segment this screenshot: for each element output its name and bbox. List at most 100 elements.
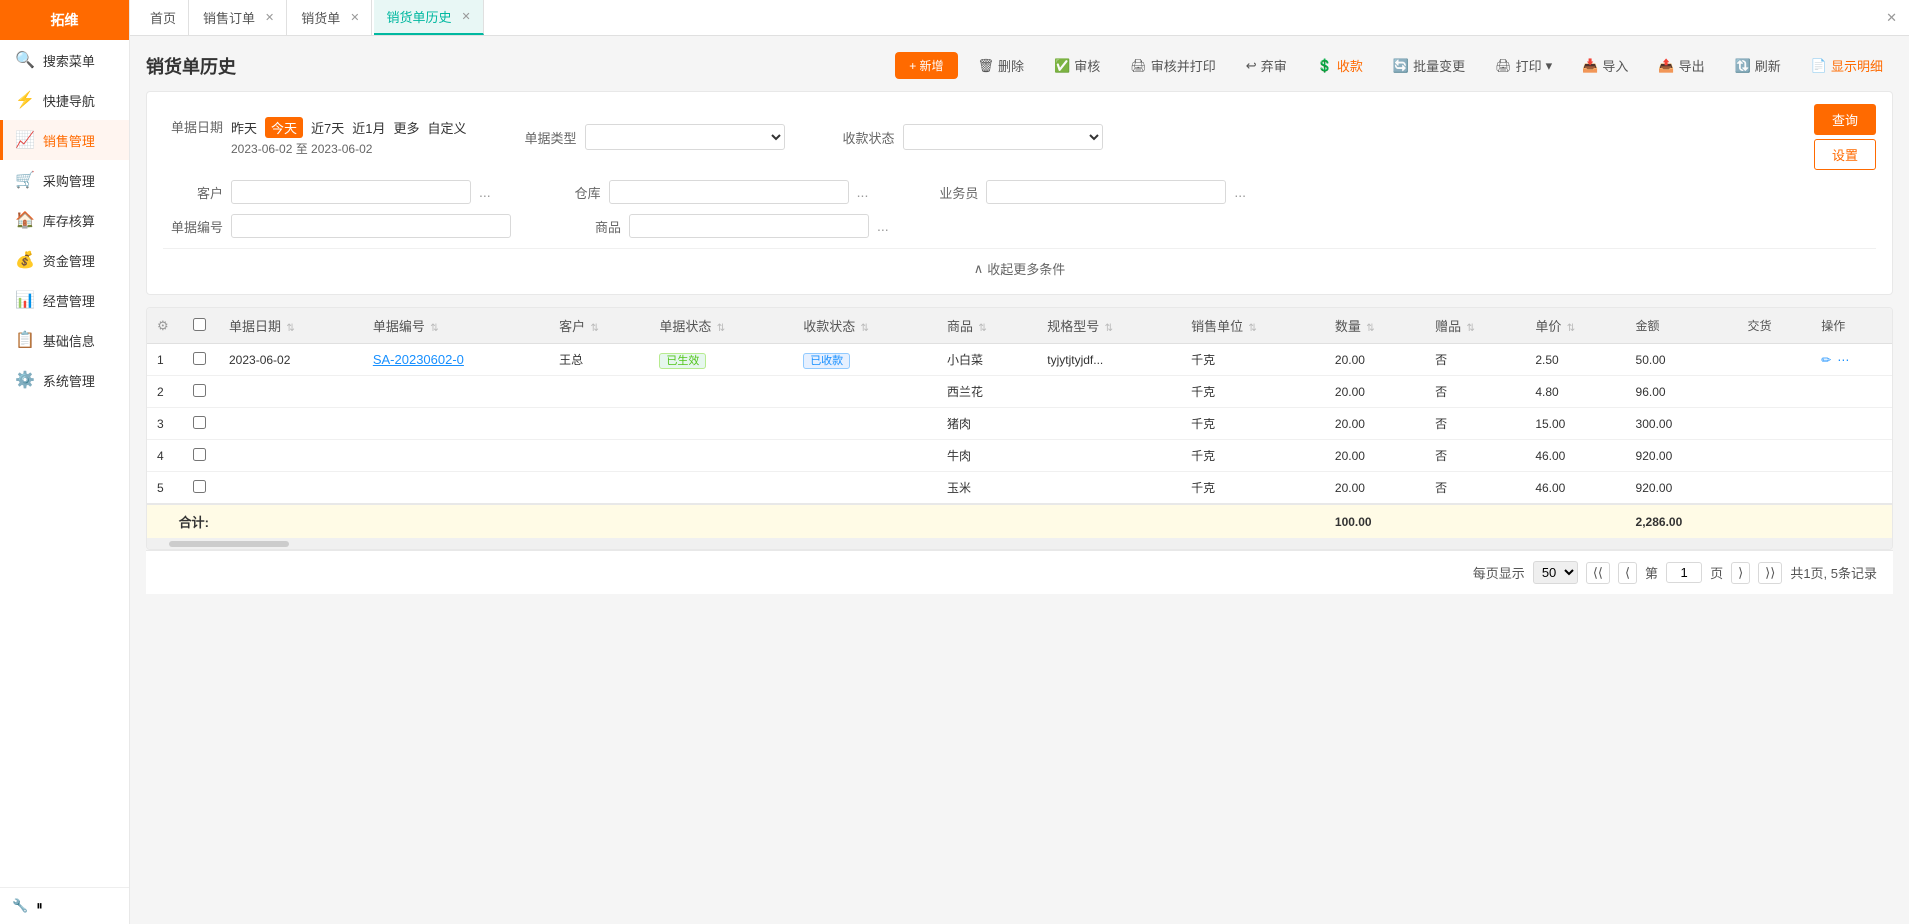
gift-sort-icon[interactable]: ⇅ — [1466, 323, 1474, 334]
qty-sort-icon[interactable]: ⇅ — [1366, 323, 1374, 334]
row-checkbox[interactable] — [193, 480, 206, 493]
footer-icon1[interactable]: 🔧 — [12, 898, 28, 914]
collapse-button[interactable]: ∧ 收起更多条件 — [163, 255, 1876, 282]
type-select[interactable] — [585, 124, 785, 150]
tab-sales-history-close[interactable]: ✕ — [462, 10, 471, 23]
scrollbar-thumb[interactable] — [169, 541, 289, 547]
cell-checkbox[interactable] — [183, 472, 219, 505]
footer-icon2[interactable]: ⏸ — [36, 898, 43, 914]
goods-label: 商品 — [561, 217, 621, 236]
order-no-link[interactable]: SA-20230602-0 — [373, 352, 464, 367]
cell-checkbox[interactable] — [183, 408, 219, 440]
prev-page-button[interactable]: ⟨ — [1618, 562, 1637, 584]
summary-label: 合计: — [147, 504, 219, 539]
tab-sales-order[interactable]: 销售订单 ✕ — [191, 0, 287, 35]
gear-icon[interactable]: ⚙ — [157, 318, 169, 333]
order-no-sort-icon[interactable]: ⇅ — [430, 323, 438, 334]
cell-checkbox[interactable] — [183, 376, 219, 408]
date-shortcut-more[interactable]: 更多 — [394, 118, 420, 137]
collect-button[interactable]: 💲 收款 — [1307, 52, 1373, 79]
spec-sort-icon[interactable]: ⇅ — [1105, 323, 1113, 334]
import-button[interactable]: 📥 导入 — [1572, 52, 1638, 79]
cell-checkbox[interactable] — [183, 440, 219, 472]
salesman-dots[interactable]: ... — [1234, 184, 1246, 200]
refresh-button[interactable]: 🔃 刷新 — [1725, 52, 1791, 79]
sidebar-item-purchase[interactable]: 🛒 采购管理 — [0, 160, 129, 200]
customer-input[interactable] — [231, 180, 471, 204]
cell-date — [219, 408, 363, 440]
abandon-button[interactable]: ↩ 弃审 — [1236, 52, 1297, 79]
horizontal-scrollbar[interactable] — [147, 539, 1892, 549]
print-dropdown-icon: ▾ — [1546, 58, 1553, 74]
total-info: 共1页, 5条记录 — [1790, 563, 1877, 582]
goods-dots[interactable]: ... — [877, 218, 889, 234]
tab-sales-goods-close[interactable]: ✕ — [350, 11, 359, 24]
tab-home[interactable]: 首页 — [138, 0, 189, 35]
set-button[interactable]: 设置 — [1814, 139, 1876, 170]
date-shortcut-7days[interactable]: 近7天 — [311, 118, 344, 137]
tab-sales-goods[interactable]: 销货单 ✕ — [289, 0, 372, 35]
print-button[interactable]: 🖨 打印 ▾ — [1485, 52, 1562, 79]
sidebar-item-sales[interactable]: 📈 销售管理 — [0, 120, 129, 160]
customer-dots[interactable]: ... — [479, 184, 491, 200]
sidebar-item-label: 基础信息 — [43, 331, 95, 350]
cell-gift: 否 — [1425, 344, 1525, 376]
date-shortcut-custom[interactable]: 自定义 — [428, 118, 467, 137]
edit-action[interactable]: ✏ — [1821, 353, 1831, 367]
export-button[interactable]: 📤 导出 — [1648, 52, 1714, 79]
table-row: 2 西兰花 千克 20.00 否 4.80 96.00 — [147, 376, 1892, 408]
unit-sort-icon[interactable]: ⇅ — [1248, 323, 1256, 334]
price-sort-icon[interactable]: ⇅ — [1567, 323, 1575, 334]
next-page-button[interactable]: ⟩ — [1731, 562, 1750, 584]
goods-sort-icon[interactable]: ⇅ — [978, 323, 986, 334]
cell-qty: 20.00 — [1325, 344, 1425, 376]
order-no-input[interactable] — [231, 214, 511, 238]
order-status-sort-icon[interactable]: ⇅ — [717, 323, 725, 334]
more-action[interactable]: ⋯ — [1837, 353, 1849, 367]
row-checkbox[interactable] — [193, 352, 206, 365]
sidebar-item-operations[interactable]: 📊 经营管理 — [0, 280, 129, 320]
sidebar-item-quicknav[interactable]: ⚡ 快捷导航 — [0, 80, 129, 120]
select-all-checkbox[interactable] — [193, 318, 206, 331]
delete-button[interactable]: 🗑 删除 — [968, 52, 1035, 79]
query-button[interactable]: 查询 — [1814, 104, 1876, 135]
sidebar-item-system[interactable]: ⚙️ 系统管理 — [0, 360, 129, 400]
tab-sales-order-close[interactable]: ✕ — [265, 11, 274, 24]
sidebar-item-finance[interactable]: 💰 资金管理 — [0, 240, 129, 280]
date-sort-icon[interactable]: ⇅ — [286, 323, 294, 334]
page-suffix: 页 — [1710, 563, 1723, 582]
new-button[interactable]: + 新增 — [895, 52, 957, 79]
cell-payment-status — [793, 376, 937, 408]
show-detail-button[interactable]: 📄 显示明细 — [1801, 52, 1893, 79]
cell-checkbox[interactable] — [183, 344, 219, 376]
last-page-button[interactable]: ⟩⟩ — [1758, 562, 1782, 584]
cell-date: 2023-06-02 — [219, 344, 363, 376]
warehouse-input[interactable] — [609, 180, 849, 204]
batch-change-button[interactable]: 🔄 批量变更 — [1383, 52, 1475, 79]
abandon-icon: ↩ — [1246, 58, 1257, 74]
salesman-input[interactable] — [986, 180, 1226, 204]
date-shortcut-yesterday[interactable]: 昨天 — [231, 118, 257, 137]
first-page-button[interactable]: ⟨⟨ — [1586, 562, 1610, 584]
customer-sort-icon[interactable]: ⇅ — [591, 323, 599, 334]
page-title: 销货单历史 — [146, 53, 236, 79]
tab-sales-history[interactable]: 销货单历史 ✕ — [374, 0, 483, 35]
sidebar-item-basic[interactable]: 📋 基础信息 — [0, 320, 129, 360]
tab-close-all[interactable]: ✕ — [1882, 6, 1901, 30]
sidebar-item-inventory[interactable]: 🏠 库存核算 — [0, 200, 129, 240]
per-page-select[interactable]: 50 — [1533, 561, 1578, 584]
row-checkbox[interactable] — [193, 384, 206, 397]
payment-status-sort-icon[interactable]: ⇅ — [861, 323, 869, 334]
payment-status-select[interactable] — [903, 124, 1103, 150]
audit-print-button[interactable]: 🖨 审核并打印 — [1120, 52, 1226, 79]
page-input[interactable] — [1666, 562, 1702, 583]
date-shortcut-1month[interactable]: 近1月 — [352, 118, 385, 137]
row-checkbox[interactable] — [193, 416, 206, 429]
row-checkbox[interactable] — [193, 448, 206, 461]
th-payment-status: 收款状态 ⇅ — [793, 308, 937, 344]
sidebar-item-search[interactable]: 🔍 搜索菜单 — [0, 40, 129, 80]
audit-button[interactable]: ✅ 审核 — [1044, 52, 1110, 79]
date-shortcut-today[interactable]: 今天 — [265, 117, 303, 138]
warehouse-dots[interactable]: ... — [857, 184, 869, 200]
goods-input[interactable] — [629, 214, 869, 238]
